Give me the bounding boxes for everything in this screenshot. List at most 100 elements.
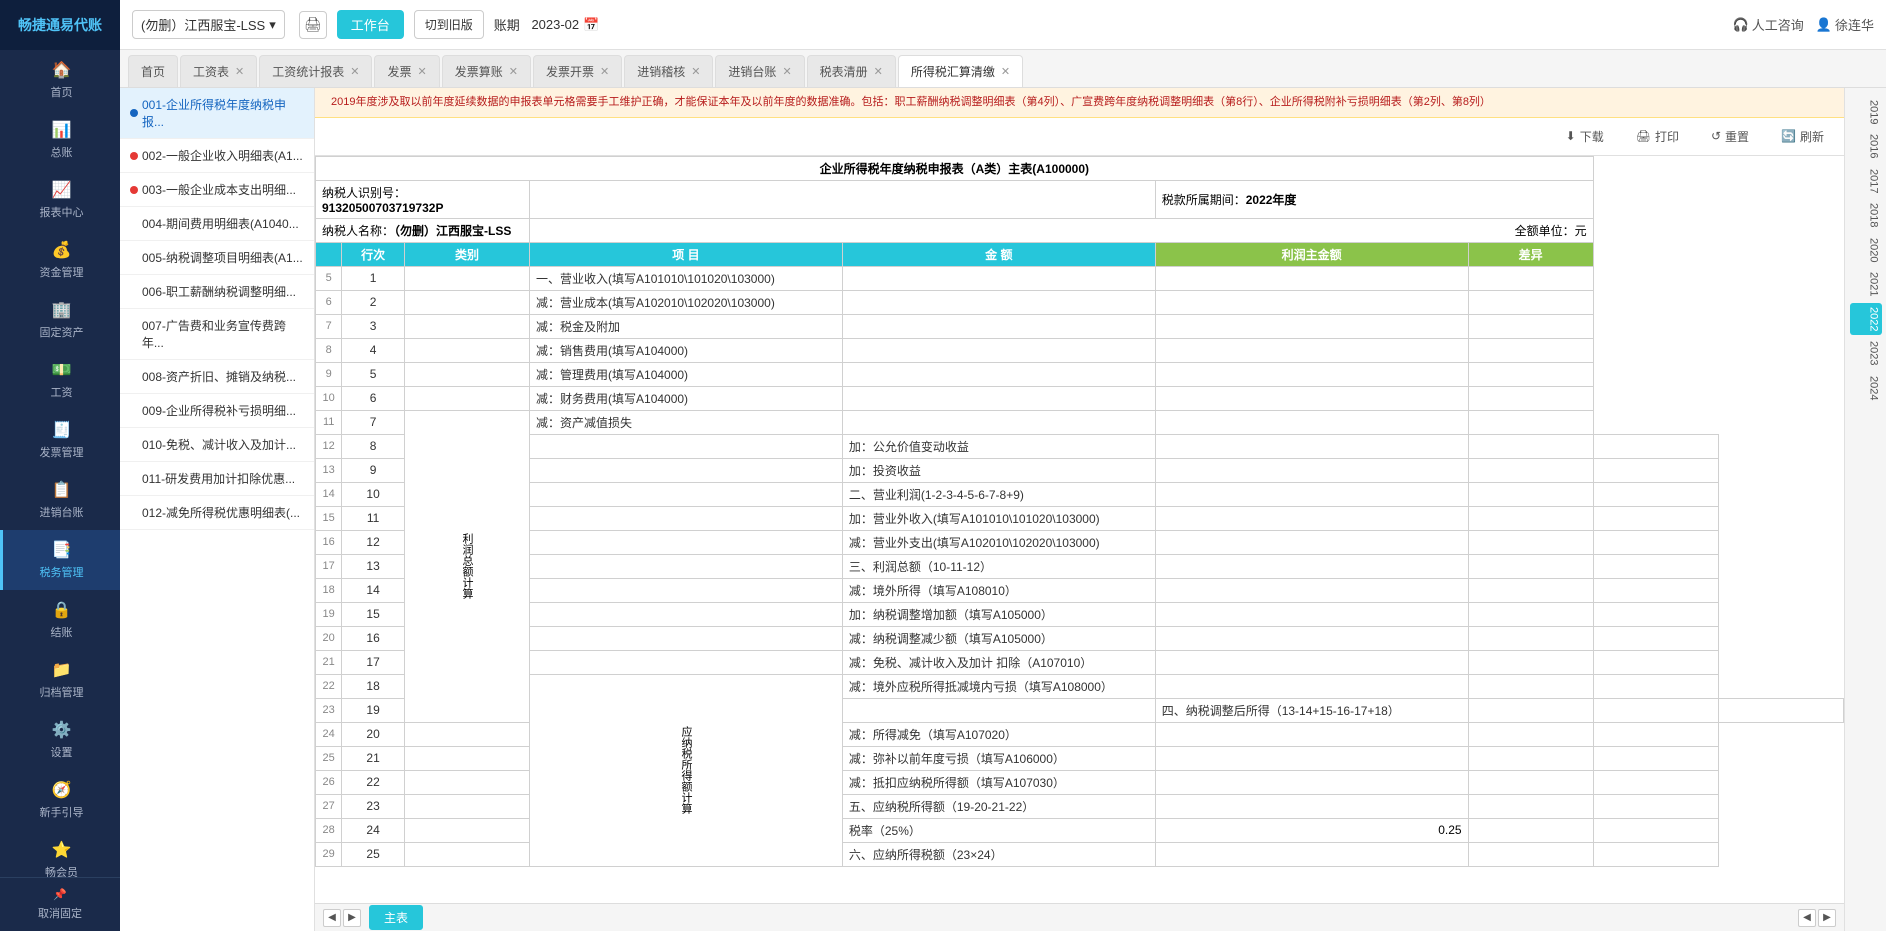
report-item-006[interactable]: 006-职工薪酬纳税调整明细... bbox=[120, 275, 314, 309]
diff-cell[interactable] bbox=[1468, 410, 1593, 434]
amount-cell[interactable] bbox=[1155, 722, 1468, 746]
amount-cell[interactable] bbox=[1155, 794, 1468, 818]
profit-amount-cell[interactable] bbox=[1468, 602, 1593, 626]
amount-cell[interactable] bbox=[1155, 746, 1468, 770]
diff-cell[interactable] bbox=[1593, 842, 1718, 866]
report-item-003[interactable]: 003-一般企业成本支出明细... bbox=[120, 173, 314, 207]
diff-cell[interactable] bbox=[1593, 578, 1718, 602]
tab-发票算账[interactable]: 发票算账✕ bbox=[442, 55, 531, 87]
diff-cell[interactable] bbox=[1718, 698, 1843, 722]
amount-input[interactable] bbox=[1162, 535, 1462, 549]
company-selector[interactable]: (勿删）江西服宝-LSS ▾ bbox=[132, 10, 285, 39]
year-item-2024[interactable]: 2024 bbox=[1850, 372, 1882, 404]
diff-cell[interactable] bbox=[1593, 434, 1718, 458]
diff-cell[interactable] bbox=[1593, 506, 1718, 530]
tab-close-btn[interactable]: ✕ bbox=[418, 65, 427, 78]
sidebar-item-home[interactable]: 🏠首页 bbox=[0, 50, 120, 110]
profit-amount-cell[interactable] bbox=[1468, 578, 1593, 602]
reset-button[interactable]: ↺ 重置 bbox=[1703, 125, 1757, 148]
sidebar-item-report[interactable]: 📈报表中心 bbox=[0, 170, 120, 230]
amount-input[interactable] bbox=[1162, 775, 1462, 789]
profit-amount-cell[interactable] bbox=[1155, 338, 1468, 362]
amount-input[interactable] bbox=[1162, 823, 1462, 837]
report-item-009[interactable]: 009-企业所得税补亏损明细... bbox=[120, 394, 314, 428]
amount-cell[interactable] bbox=[1468, 698, 1593, 722]
amount-input[interactable] bbox=[1162, 655, 1462, 669]
diff-cell[interactable] bbox=[1593, 554, 1718, 578]
tab-close-btn[interactable]: ✕ bbox=[1001, 65, 1010, 78]
sidebar-item-guide[interactable]: 🧭新手引导 bbox=[0, 770, 120, 830]
amount-cell[interactable] bbox=[842, 314, 1155, 338]
amount-input[interactable] bbox=[1162, 463, 1462, 477]
switch-version-button[interactable]: 切到旧版 bbox=[414, 10, 484, 39]
next-sheet-button[interactable]: ▶ bbox=[343, 909, 361, 927]
tab-发票[interactable]: 发票✕ bbox=[374, 55, 439, 87]
amount-input[interactable] bbox=[849, 319, 1149, 333]
profit-amount-cell[interactable] bbox=[1468, 482, 1593, 506]
prev-sheet-button[interactable]: ◀ bbox=[323, 909, 341, 927]
diff-cell[interactable] bbox=[1468, 290, 1593, 314]
diff-cell[interactable] bbox=[1593, 722, 1718, 746]
year-item-2017[interactable]: 2017 bbox=[1850, 165, 1882, 197]
amount-input[interactable] bbox=[1162, 847, 1462, 861]
profit-amount-cell[interactable] bbox=[1468, 770, 1593, 794]
year-item-2022[interactable]: 2022 bbox=[1850, 303, 1882, 335]
download-button[interactable]: ⬇ 下载 bbox=[1558, 125, 1612, 148]
scroll-left-button[interactable]: ◀ bbox=[1798, 909, 1816, 927]
sidebar-item-tax[interactable]: 📑税务管理 bbox=[0, 530, 120, 590]
amount-input[interactable] bbox=[849, 295, 1149, 309]
profit-amount-cell[interactable] bbox=[1155, 410, 1468, 434]
workbench-button[interactable]: 工作台 bbox=[337, 10, 404, 39]
tab-税表清册[interactable]: 税表清册✕ bbox=[807, 55, 896, 87]
report-item-005[interactable]: 005-纳税调整项目明细表(A1... bbox=[120, 241, 314, 275]
tab-close-btn[interactable]: ✕ bbox=[782, 65, 791, 78]
year-item-2018[interactable]: 2018 bbox=[1850, 199, 1882, 231]
sidebar-item-invoice[interactable]: 🧾发票管理 bbox=[0, 410, 120, 470]
amount-cell[interactable] bbox=[1155, 482, 1468, 506]
amount-input[interactable] bbox=[1162, 679, 1462, 693]
tab-发票开票[interactable]: 发票开票✕ bbox=[533, 55, 622, 87]
amount-input[interactable] bbox=[1162, 559, 1462, 573]
diff-cell[interactable] bbox=[1468, 266, 1593, 290]
amount-input[interactable] bbox=[1162, 511, 1462, 525]
year-item-2019[interactable]: 2019 bbox=[1850, 96, 1882, 128]
amount-cell[interactable] bbox=[842, 338, 1155, 362]
amount-input[interactable] bbox=[849, 415, 1149, 429]
print-icon-btn[interactable]: 🖨 bbox=[299, 11, 327, 39]
year-item-2023[interactable]: 2023 bbox=[1850, 337, 1882, 369]
amount-input[interactable] bbox=[849, 271, 1149, 285]
report-item-004[interactable]: 004-期间费用明细表(A1040... bbox=[120, 207, 314, 241]
report-item-001[interactable]: 001-企业所得税年度纳税申报... bbox=[120, 88, 314, 139]
diff-cell[interactable] bbox=[1593, 626, 1718, 650]
amount-cell[interactable] bbox=[1155, 842, 1468, 866]
amount-cell[interactable] bbox=[842, 362, 1155, 386]
tab-工资统计报表[interactable]: 工资统计报表✕ bbox=[259, 55, 372, 87]
tab-首页[interactable]: 首页 bbox=[128, 55, 178, 87]
sidebar-item-archive[interactable]: 📁归档管理 bbox=[0, 650, 120, 710]
amount-cell[interactable] bbox=[1155, 626, 1468, 650]
tab-close-btn[interactable]: ✕ bbox=[691, 65, 700, 78]
diff-cell[interactable] bbox=[1468, 314, 1593, 338]
print-button[interactable]: 🖨 打印 bbox=[1628, 125, 1687, 148]
sidebar-item-fund[interactable]: 💰资金管理 bbox=[0, 230, 120, 290]
amount-cell[interactable] bbox=[842, 410, 1155, 434]
amount-input[interactable] bbox=[1162, 487, 1462, 501]
profit-amount-cell[interactable] bbox=[1468, 554, 1593, 578]
diff-cell[interactable] bbox=[1593, 650, 1718, 674]
amount-cell[interactable] bbox=[1155, 434, 1468, 458]
amount-input[interactable] bbox=[1162, 799, 1462, 813]
tab-工资表[interactable]: 工资表✕ bbox=[180, 55, 257, 87]
report-item-008[interactable]: 008-资产折旧、摊销及纳税... bbox=[120, 360, 314, 394]
year-item-2021[interactable]: 2021 bbox=[1850, 268, 1882, 300]
profit-amount-cell[interactable] bbox=[1468, 818, 1593, 842]
profit-amount-cell[interactable] bbox=[1468, 458, 1593, 482]
year-item-2020[interactable]: 2020 bbox=[1850, 234, 1882, 266]
report-item-012[interactable]: 012-减免所得税优惠明细表(... bbox=[120, 496, 314, 530]
diff-cell[interactable] bbox=[1593, 530, 1718, 554]
amount-cell[interactable] bbox=[1155, 554, 1468, 578]
profit-amount-cell[interactable] bbox=[1155, 290, 1468, 314]
profit-amount-cell[interactable] bbox=[1468, 650, 1593, 674]
amount-cell[interactable] bbox=[1155, 650, 1468, 674]
sidebar-footer[interactable]: 📌 取消固定 bbox=[0, 877, 120, 931]
year-item-2016[interactable]: 2016 bbox=[1850, 130, 1882, 162]
